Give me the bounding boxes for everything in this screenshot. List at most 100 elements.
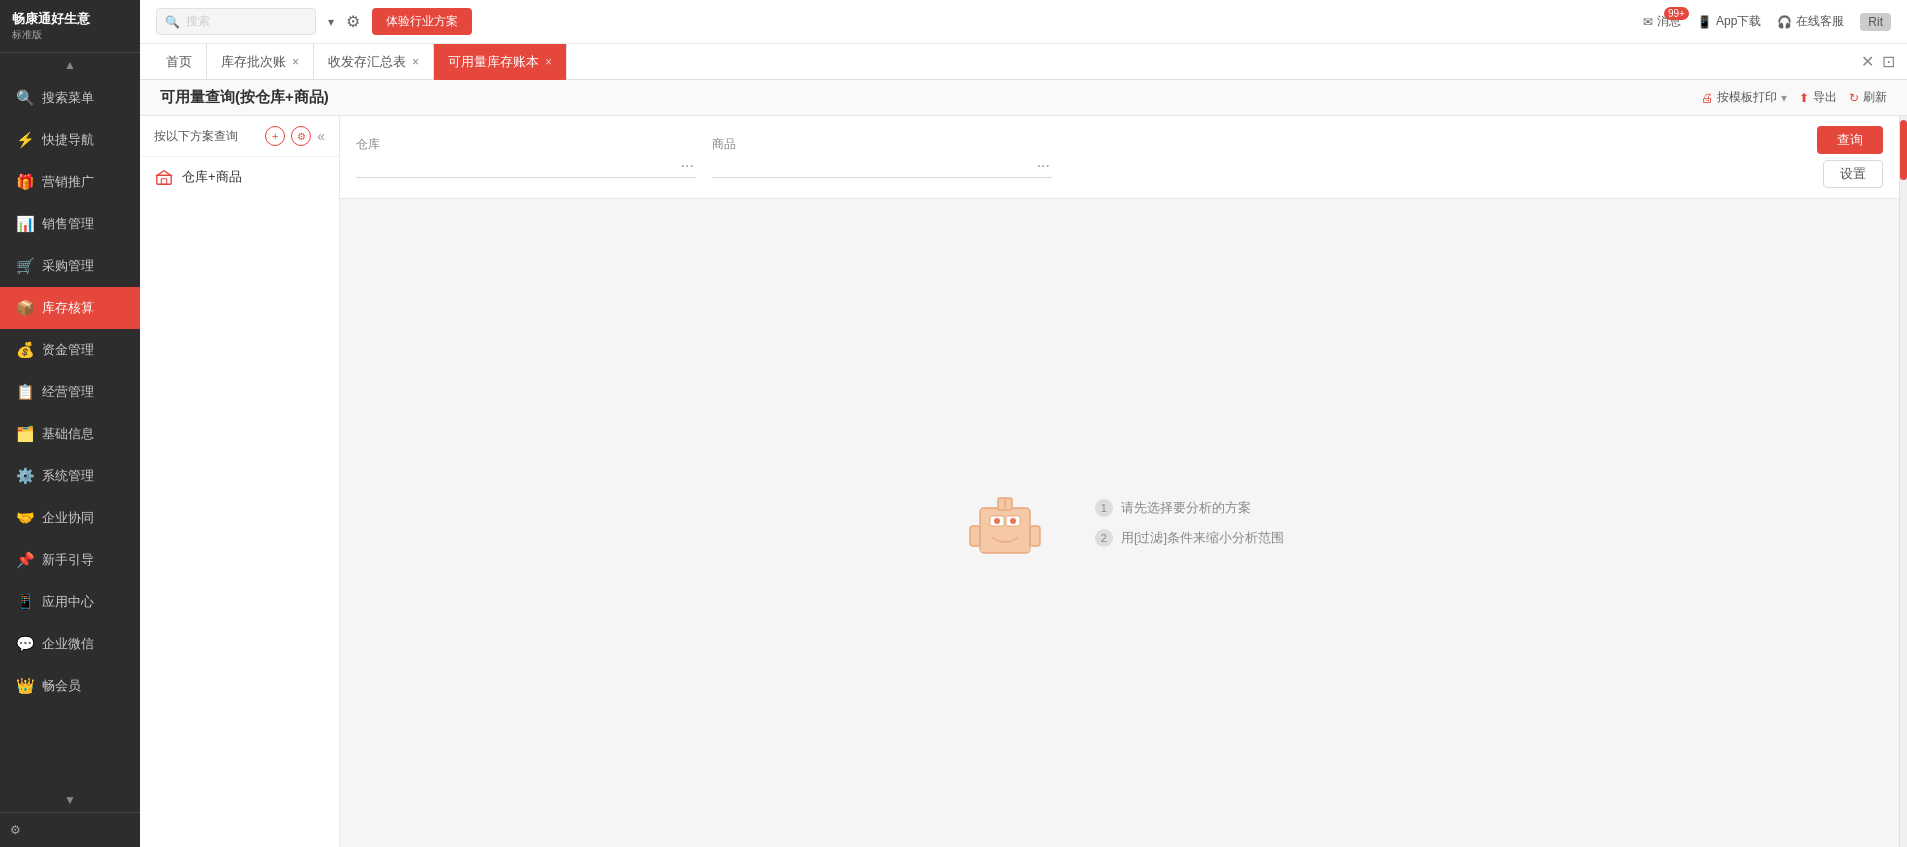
main-area: 🔍 搜索 ▾ ⚙ 体验行业方案 ✉ 消息 99+ 📱 App下载 🎧 在线客服 …: [140, 0, 1907, 847]
purchase-icon: 🛒: [16, 257, 34, 275]
warehouse-more-btn[interactable]: ···: [679, 157, 696, 175]
sidebar-item-label: 营销推广: [42, 173, 94, 191]
export-btn[interactable]: ⬆ 导出: [1799, 89, 1837, 106]
sidebar-item-basic-info[interactable]: 🗂️ 基础信息: [0, 413, 140, 455]
sidebar-item-shortcut[interactable]: ⚡ 快捷导航: [0, 119, 140, 161]
filter-panel: 按以下方案查询 + ⚙ « 仓库+商品: [140, 116, 340, 847]
app-download-label: App下载: [1716, 13, 1761, 30]
enterprise-icon: 🤝: [16, 509, 34, 527]
tab-available-ledger[interactable]: 可用量库存账本 ×: [434, 44, 567, 80]
message-btn[interactable]: ✉ 消息 99+: [1643, 13, 1681, 30]
header-dropdown[interactable]: ▾: [328, 15, 334, 29]
sidebar-item-purchase[interactable]: 🛒 采购管理: [0, 245, 140, 287]
export-label: 导出: [1813, 89, 1837, 106]
refresh-btn[interactable]: ↻ 刷新: [1849, 89, 1887, 106]
online-service-btn[interactable]: 🎧 在线客服: [1777, 13, 1844, 30]
sidebar-item-finance[interactable]: 💰 资金管理: [0, 329, 140, 371]
settings-filter-btn[interactable]: ⚙: [291, 126, 311, 146]
tab-batch-account[interactable]: 库存批次账 ×: [207, 44, 314, 80]
tab-close-icon[interactable]: ×: [292, 55, 299, 69]
goods-field: 商品 ···: [712, 136, 1052, 178]
app-title: 畅康通好生意: [12, 10, 128, 28]
sidebar-item-member[interactable]: 👑 畅会员: [0, 665, 140, 707]
sidebar-item-enterprise[interactable]: 🤝 企业协同: [0, 497, 140, 539]
sidebar-item-newbie[interactable]: 📌 新手引导: [0, 539, 140, 581]
sidebar-item-wechat[interactable]: 💬 企业微信: [0, 623, 140, 665]
tab-batch-account-label: 库存批次账: [221, 53, 286, 71]
shortcut-icon: ⚡: [16, 131, 34, 149]
print-template-btn[interactable]: 🖨 按模板打印 ▾: [1701, 89, 1787, 106]
tip-text-2: 用[过滤]条件来缩小分析范围: [1121, 529, 1284, 547]
query-btn[interactable]: 查询: [1817, 126, 1883, 154]
sidebar-item-sales[interactable]: 📊 销售管理: [0, 203, 140, 245]
print-label: 按模板打印: [1717, 89, 1777, 106]
sidebar-item-operations[interactable]: 📋 经营管理: [0, 371, 140, 413]
sidebar-scroll-up[interactable]: ▲: [0, 53, 140, 77]
sales-icon: 📊: [16, 215, 34, 233]
maximize-window-btn[interactable]: ⊡: [1882, 52, 1895, 71]
sidebar-item-label: 库存核算: [42, 299, 94, 317]
inventory-icon: 📦: [16, 299, 34, 317]
query-actions: 查询 设置: [1817, 126, 1883, 188]
user-avatar[interactable]: Rit: [1860, 13, 1891, 31]
header-gear-btn[interactable]: ⚙: [346, 12, 360, 31]
right-scrollbar[interactable]: [1899, 116, 1907, 847]
empty-tips: 1 请先选择要分析的方案 2 用[过滤]条件来缩小分析范围: [1095, 499, 1284, 547]
goods-input[interactable]: [712, 159, 1031, 174]
scrollbar-thumb[interactable]: [1900, 120, 1907, 180]
sidebar-item-label: 资金管理: [42, 341, 94, 359]
close-window-btn[interactable]: ✕: [1861, 52, 1874, 71]
warehouse-input-wrapper[interactable]: ···: [356, 155, 696, 178]
sidebar-item-label: 企业协同: [42, 509, 94, 527]
sidebar-item-marketing[interactable]: 🎁 营销推广: [0, 161, 140, 203]
tab-receipt-summary[interactable]: 收发存汇总表 ×: [314, 44, 434, 80]
sidebar-item-system[interactable]: ⚙️ 系统管理: [0, 455, 140, 497]
tab-receipt-summary-label: 收发存汇总表: [328, 53, 406, 71]
system-icon: ⚙️: [16, 467, 34, 485]
chevron-down-icon[interactable]: ▾: [1781, 91, 1787, 105]
empty-tip-2: 2 用[过滤]条件来缩小分析范围: [1095, 529, 1284, 547]
sidebar-item-label: 销售管理: [42, 215, 94, 233]
app-subtitle: 标准版: [12, 28, 128, 42]
warehouse-goods-icon: [154, 167, 174, 187]
service-icon: 🎧: [1777, 15, 1792, 29]
tab-close-icon[interactable]: ×: [545, 55, 552, 69]
sidebar-item-label: 畅会员: [42, 677, 81, 695]
header-search-box[interactable]: 🔍 搜索: [156, 8, 316, 35]
tab-available-ledger-label: 可用量库存账本: [448, 53, 539, 71]
tab-close-icon[interactable]: ×: [412, 55, 419, 69]
goods-more-btn[interactable]: ···: [1035, 157, 1052, 175]
online-service-label: 在线客服: [1796, 13, 1844, 30]
refresh-icon: ↻: [1849, 91, 1859, 105]
sidebar-item-label: 基础信息: [42, 425, 94, 443]
goods-input-wrapper[interactable]: ···: [712, 155, 1052, 178]
sidebar-item-label: 系统管理: [42, 467, 94, 485]
sidebar-item-search[interactable]: 🔍 搜索菜单: [0, 77, 140, 119]
header-right: ✉ 消息 99+ 📱 App下载 🎧 在线客服 Rit: [1643, 13, 1891, 31]
filter-panel-icons: + ⚙ «: [265, 126, 325, 146]
app-download-btn[interactable]: 📱 App下载: [1697, 13, 1761, 30]
query-bar: 仓库 ··· 商品 ··· 查询: [340, 116, 1899, 199]
tab-home[interactable]: 首页: [152, 44, 207, 80]
page-header-actions: 🖨 按模板打印 ▾ ⬆ 导出 ↻ 刷新: [1701, 89, 1887, 106]
sidebar-bottom-settings[interactable]: ⚙: [0, 812, 140, 847]
add-filter-btn[interactable]: +: [265, 126, 285, 146]
filter-item-warehouse-goods[interactable]: 仓库+商品: [140, 157, 339, 197]
tip-text-1: 请先选择要分析的方案: [1121, 499, 1251, 517]
collapse-panel-btn[interactable]: «: [317, 128, 325, 144]
message-icon: ✉: [1643, 15, 1653, 29]
search-icon: 🔍: [165, 15, 180, 29]
operations-icon: 📋: [16, 383, 34, 401]
warehouse-input[interactable]: [356, 159, 675, 174]
print-icon: 🖨: [1701, 91, 1713, 105]
trial-industry-btn[interactable]: 体验行业方案: [372, 8, 472, 35]
settings-btn[interactable]: 设置: [1823, 160, 1883, 188]
tab-home-label: 首页: [166, 53, 192, 71]
warehouse-field: 仓库 ···: [356, 136, 696, 178]
refresh-label: 刷新: [1863, 89, 1887, 106]
sidebar-item-inventory[interactable]: 📦 库存核算: [0, 287, 140, 329]
sidebar-item-app-center[interactable]: 📱 应用中心: [0, 581, 140, 623]
svg-point-6: [1010, 518, 1016, 524]
sidebar-scroll-down[interactable]: ▼: [0, 788, 140, 812]
search-icon: 🔍: [16, 89, 34, 107]
